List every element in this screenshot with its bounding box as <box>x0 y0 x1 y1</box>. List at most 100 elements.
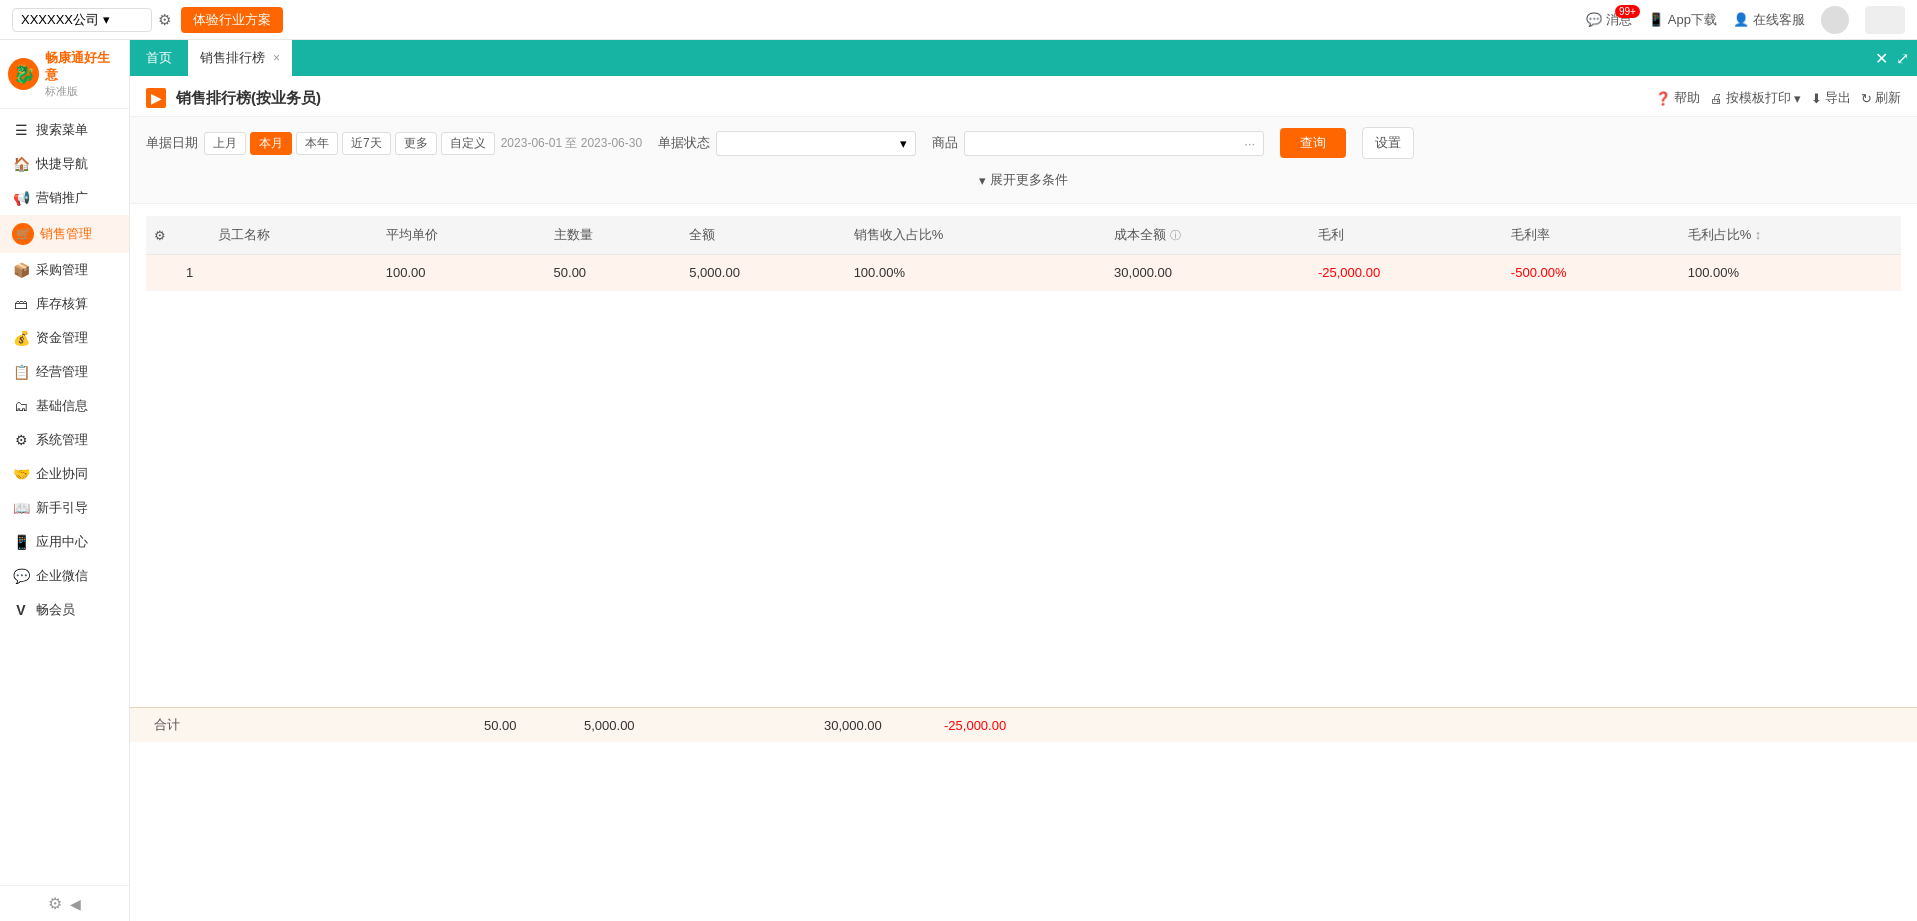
app-download-btn[interactable]: 📱 App下载 <box>1648 11 1717 29</box>
search-menu-icon: ☰ <box>12 122 30 138</box>
table-container: ⚙ 员工名称 平均单价 主数量 全额 销售收入占比% 成本全额 <box>130 216 1917 307</box>
th-settings[interactable]: ⚙ <box>146 216 178 255</box>
sidebar-item-purchase[interactable]: 📦 采购管理 <box>0 253 129 287</box>
sidebar-item-inventory[interactable]: 🗃 库存核算 <box>0 287 129 321</box>
header-row: ⚙ 员工名称 平均单价 主数量 全额 销售收入占比% 成本全额 <box>146 216 1901 255</box>
chevron-down-icon: ▾ <box>103 12 110 27</box>
sidebar-item-system[interactable]: ⚙ 系统管理 <box>0 423 129 457</box>
date-btn-this-month[interactable]: 本月 <box>250 132 292 155</box>
tab-close-icon[interactable]: × <box>273 51 280 65</box>
cell-gross-pct: 100.00% <box>1680 255 1901 291</box>
info-icon: ⓘ <box>1170 229 1181 241</box>
tab-bar-right: ✕ ⤢ <box>1875 49 1917 68</box>
cell-settings <box>146 255 178 291</box>
export-btn[interactable]: ⬇ 导出 <box>1811 89 1851 107</box>
date-btn-this-year[interactable]: 本年 <box>296 132 338 155</box>
top-right: 💬 消息 99+ 📱 App下载 👤 在线客服 <box>1586 6 1905 34</box>
goods-input[interactable]: ··· <box>964 131 1264 156</box>
expand-more-btn[interactable]: ▾ 展开更多条件 <box>979 167 1068 193</box>
industry-btn[interactable]: 体验行业方案 <box>181 7 283 33</box>
cell-main-qty: 50.00 <box>546 255 682 291</box>
summary-gross: -25,000.00 <box>944 718 1064 733</box>
tab-home[interactable]: 首页 <box>130 40 188 76</box>
sidebar-item-finance[interactable]: 💰 资金管理 <box>0 321 129 355</box>
sidebar-item-label: 搜索菜单 <box>36 121 88 139</box>
logo-text-sub: 标准版 <box>45 84 121 98</box>
enterprise-icon: 🤝 <box>12 466 30 482</box>
page-actions: ❓ 帮助 🖨 按模板打印 ▾ ⬇ 导出 <box>1655 89 1901 107</box>
cell-rank: 1 <box>178 255 210 291</box>
sidebar-item-quick-nav[interactable]: 🏠 快捷导航 <box>0 147 129 181</box>
sidebar: 🐉 畅康通好生意 标准版 ☰ 搜索菜单 🏠 快捷导航 <box>0 40 130 921</box>
refresh-btn[interactable]: ↻ 刷新 <box>1861 89 1901 107</box>
tab-sales-ranking[interactable]: 销售排行榜 × <box>188 40 292 76</box>
th-gross: 毛利 <box>1310 216 1503 255</box>
date-btn-last-month[interactable]: 上月 <box>204 132 246 155</box>
sidebar-item-weixin[interactable]: 💬 企业微信 <box>0 559 129 593</box>
collapse-btn[interactable]: ▶ <box>146 88 166 108</box>
summary-cost-amount: 30,000.00 <box>824 718 944 733</box>
cell-cost-amount: 30,000.00 <box>1106 255 1310 291</box>
avatar[interactable] <box>1821 6 1849 34</box>
th-cost-amount: 成本全额 ⓘ <box>1106 216 1310 255</box>
help-btn[interactable]: ❓ 帮助 <box>1655 89 1700 107</box>
filter-row: 单据日期 上月 本月 本年 近7天 更多 自定义 2023-06-01 至 20… <box>146 127 1901 159</box>
sidebar-item-basic-info[interactable]: 🗂 基础信息 <box>0 389 129 423</box>
more-icon: ··· <box>1244 136 1255 151</box>
date-filter-group: 单据日期 上月 本月 本年 近7天 更多 自定义 2023-06-01 至 20… <box>146 132 642 155</box>
sidebar-item-label: 库存核算 <box>36 295 88 313</box>
th-gross-rate: 毛利率 <box>1503 216 1680 255</box>
company-selector[interactable]: XXXXXX公司 ▾ <box>12 8 152 32</box>
goods-filter-group: 商品 ··· <box>932 131 1264 156</box>
page-header: ▶ 销售排行榜(按业务员) ❓ 帮助 🖨 按模板打印 ▾ <box>130 76 1917 117</box>
date-btn-7days[interactable]: 近7天 <box>342 132 391 155</box>
sidebar-item-marketing[interactable]: 📢 营销推广 <box>0 181 129 215</box>
date-buttons: 上月 本月 本年 近7天 更多 自定义 <box>204 132 495 155</box>
content-area: ▶ 销售排行榜(按业务员) ❓ 帮助 🖨 按模板打印 ▾ <box>130 76 1917 921</box>
close-window-icon[interactable]: ✕ <box>1875 49 1888 68</box>
sidebar-item-vip[interactable]: V 畅会员 <box>0 593 129 627</box>
basic-info-icon: 🗂 <box>12 398 30 414</box>
sidebar-item-enterprise[interactable]: 🤝 企业协同 <box>0 457 129 491</box>
sidebar-item-operation[interactable]: 📋 经营管理 <box>0 355 129 389</box>
messages-btn[interactable]: 💬 消息 99+ <box>1586 11 1632 29</box>
th-main-qty: 主数量 <box>546 216 682 255</box>
status-select[interactable]: ▾ <box>716 131 916 156</box>
status-filter-label: 单据状态 <box>658 134 710 152</box>
cell-gross: -25,000.00 <box>1310 255 1503 291</box>
service-icon: 👤 <box>1733 12 1749 27</box>
gear-icon[interactable]: ⚙ <box>158 11 171 29</box>
summary-bar: 合计 50.00 5,000.00 30,000.00 -25,000.00 <box>130 707 1917 742</box>
sort-icon: ↕ <box>1755 227 1762 242</box>
sidebar-item-label: 基础信息 <box>36 397 88 415</box>
sidebar-item-guide[interactable]: 📖 新手引导 <box>0 491 129 525</box>
settings-button[interactable]: 设置 <box>1362 127 1414 159</box>
cell-amount: 5,000.00 <box>681 255 845 291</box>
sidebar-item-search-menu[interactable]: ☰ 搜索菜单 <box>0 113 129 147</box>
message-icon: 💬 <box>1586 12 1602 27</box>
query-button[interactable]: 查询 <box>1280 128 1346 158</box>
app-center-icon: 📱 <box>12 534 30 550</box>
sidebar-item-sales[interactable]: 🛒 销售管理 <box>0 215 129 253</box>
online-service-btn[interactable]: 👤 在线客服 <box>1733 11 1805 29</box>
print-icon: 🖨 <box>1710 91 1723 106</box>
date-filter-label: 单据日期 <box>146 134 198 152</box>
company-name: XXXXXX公司 <box>21 11 99 29</box>
sidebar-item-label: 营销推广 <box>36 189 88 207</box>
column-settings-icon[interactable]: ⚙ <box>154 228 166 243</box>
chevron-down-icon: ▾ <box>1794 91 1801 106</box>
date-range-display: 2023-06-01 至 2023-06-30 <box>501 135 642 152</box>
logo-text-main: 畅康通好生意 <box>45 50 121 84</box>
sidebar-collapse-icon[interactable]: ◀ <box>70 896 81 912</box>
vip-icon: V <box>12 602 30 618</box>
date-btn-custom[interactable]: 自定义 <box>441 132 495 155</box>
date-btn-more[interactable]: 更多 <box>395 132 437 155</box>
template-print-btn[interactable]: 🖨 按模板打印 ▾ <box>1710 89 1801 107</box>
chevron-down-icon: ▾ <box>900 136 907 151</box>
sidebar-settings-icon[interactable]: ⚙ <box>48 894 62 913</box>
sidebar-item-app-center[interactable]: 📱 应用中心 <box>0 525 129 559</box>
sidebar-item-label: 快捷导航 <box>36 155 88 173</box>
sidebar-item-label: 畅会员 <box>36 601 75 619</box>
maximize-icon[interactable]: ⤢ <box>1896 49 1909 68</box>
data-table: ⚙ 员工名称 平均单价 主数量 全额 销售收入占比% 成本全额 <box>146 216 1901 291</box>
